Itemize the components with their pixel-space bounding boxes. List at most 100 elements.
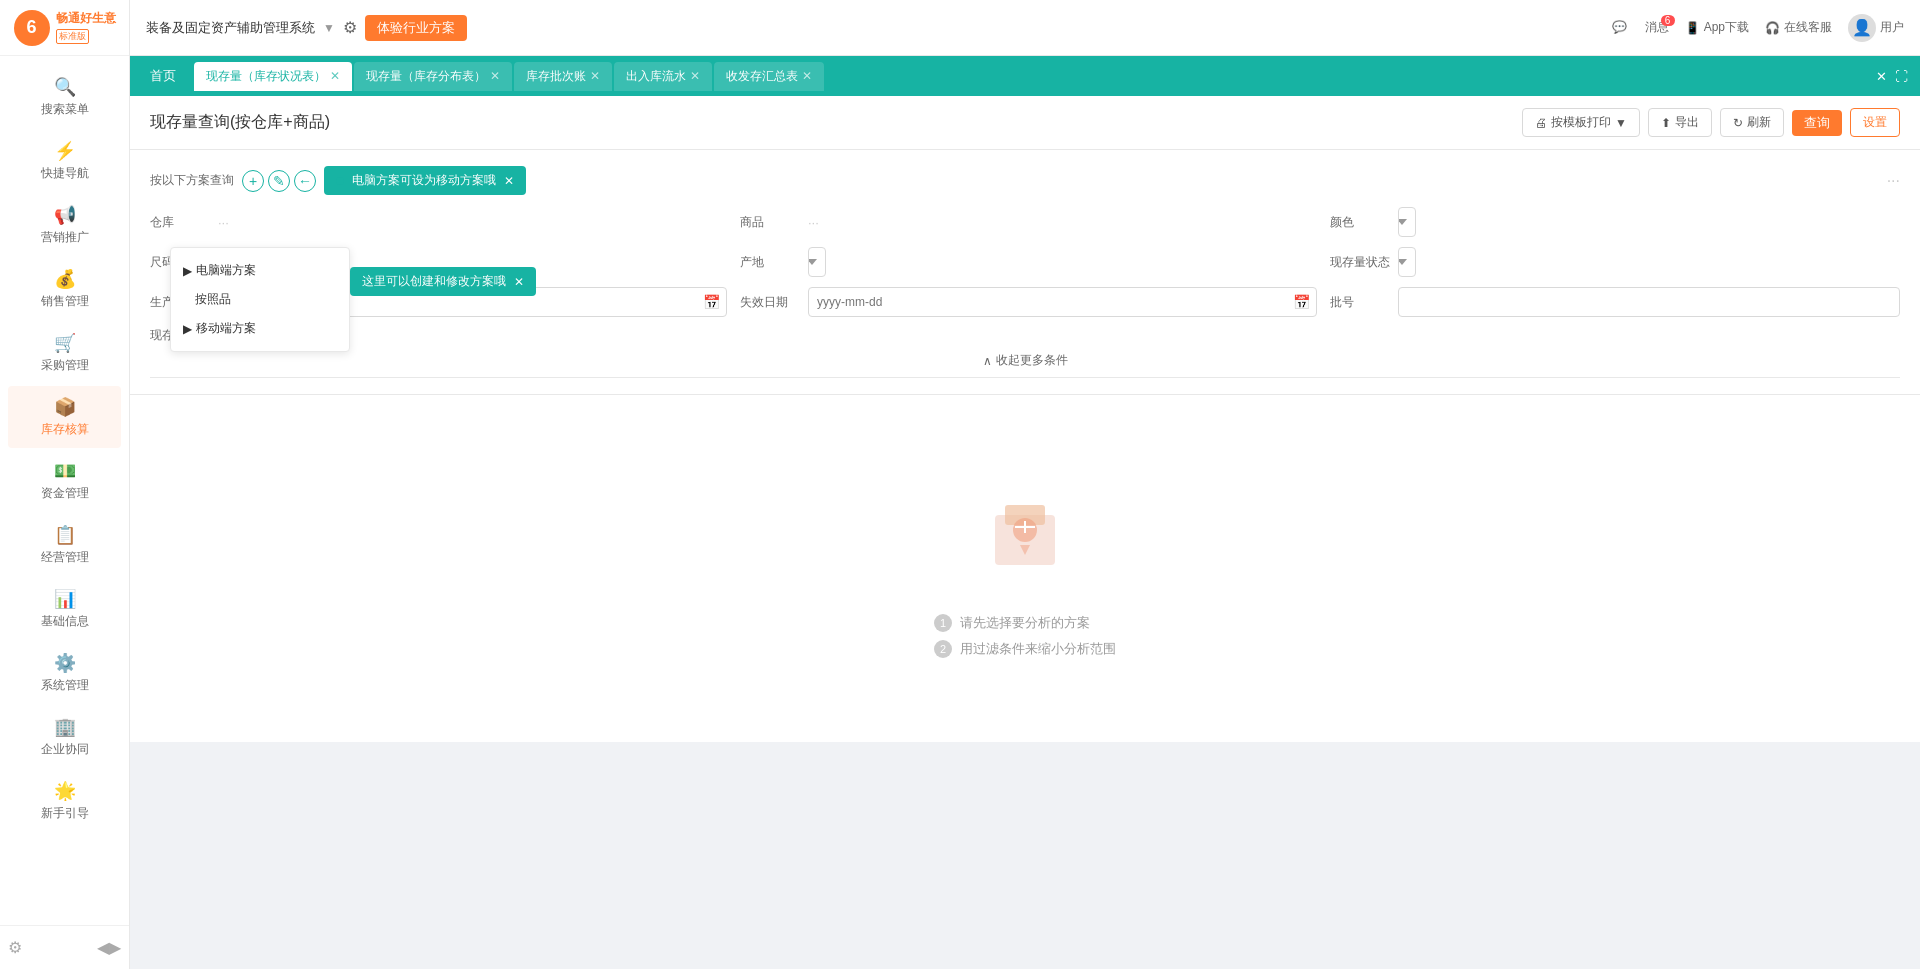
- tooltip-dot: [336, 177, 344, 185]
- template-print-btn[interactable]: 🖨 按模板打印 ▼: [1522, 108, 1640, 137]
- empty-step-1: 1 请先选择要分析的方案: [934, 610, 1116, 636]
- scheme-tree: ▶ 电脑端方案 按照品 ▶ 移动端方案: [170, 247, 350, 352]
- tab-inventory-dist[interactable]: 现存量（库存分布表） ✕: [354, 62, 512, 91]
- empty-step-2: 2 用过滤条件来缩小分析范围: [934, 636, 1116, 662]
- sidebar-item-purchase[interactable]: 🛒 采购管理: [8, 322, 121, 384]
- exp-date-label: 失效日期: [740, 294, 800, 311]
- tab-inout-flow[interactable]: 出入库流水 ✕: [614, 62, 712, 91]
- tab-expand-icon[interactable]: ⛶: [1895, 69, 1908, 84]
- logo-text: 畅通好生意 标准版: [56, 11, 116, 44]
- main-area: 装备及固定资产辅助管理系统 ▼ ⚙ 体验行业方案 💬 6 消息 📱 App下载 …: [130, 0, 1920, 969]
- message-icon: 💬: [1612, 20, 1627, 34]
- stock-status-select[interactable]: [1398, 247, 1416, 277]
- settings-icon[interactable]: ⚙: [8, 938, 22, 957]
- sidebar-item-basic[interactable]: 📊 基础信息: [8, 578, 121, 640]
- tab-close-4[interactable]: ✕: [802, 69, 812, 83]
- search-btn[interactable]: 查询: [1792, 110, 1842, 136]
- color-select-wrapper: [1398, 207, 1900, 237]
- edit-tooltip-close[interactable]: ✕: [514, 275, 524, 289]
- origin-label: 产地: [740, 254, 800, 271]
- origin-select[interactable]: [808, 247, 826, 277]
- scheme-mobile[interactable]: ▶ 移动端方案: [171, 314, 349, 343]
- exp-date-input[interactable]: [808, 287, 1317, 317]
- app-download[interactable]: 📱 App下载: [1685, 19, 1749, 36]
- operations-icon: 📋: [54, 524, 76, 546]
- tab-close-all-icon[interactable]: ✕: [1876, 69, 1887, 84]
- trial-btn[interactable]: 体验行业方案: [365, 15, 467, 41]
- sidebar-item-search-menu[interactable]: 🔍 搜索菜单: [8, 66, 121, 128]
- filter-dots-top: ···: [1887, 172, 1900, 190]
- export-icon: ⬆: [1661, 116, 1671, 130]
- step-num-1: 1: [934, 614, 952, 632]
- collapse-icon-2: ▶: [183, 322, 192, 336]
- filter-label: 按以下方案查询: [150, 172, 234, 189]
- collapse-bar[interactable]: ∧ 收起更多条件: [150, 344, 1900, 378]
- sidebar-item-operations[interactable]: 📋 经营管理: [8, 514, 121, 576]
- message-area[interactable]: 💬 6 消息: [1612, 19, 1668, 36]
- tab-summary[interactable]: 收发存汇总表 ✕: [714, 62, 824, 91]
- reset-btn[interactable]: 设置: [1850, 108, 1900, 137]
- sidebar-item-guide[interactable]: 🌟 新手引导: [8, 770, 121, 832]
- filter-origin: 产地: [740, 247, 1310, 277]
- scheme-tooltip-close[interactable]: ✕: [504, 174, 514, 188]
- user-area[interactable]: 👤 用户: [1848, 14, 1904, 42]
- collapse-sidebar-icon[interactable]: ◀▶: [97, 938, 121, 957]
- tab-inventory-status[interactable]: 现存量（库存状况表） ✕: [194, 62, 352, 91]
- warehouse-label: 仓库: [150, 214, 210, 231]
- sidebar-item-inventory[interactable]: 📦 库存核算: [8, 386, 121, 448]
- export-btn[interactable]: ⬆ 导出: [1648, 108, 1712, 137]
- basic-icon: 📊: [54, 588, 76, 610]
- tab-close-3[interactable]: ✕: [690, 69, 700, 83]
- system-icon: ⚙️: [54, 652, 76, 674]
- filter-header: 按以下方案查询 + ✎ ← 电脑方案可设为移动方案哦 ✕ ···: [150, 166, 1900, 195]
- collapse-icon: ▶: [183, 264, 192, 278]
- edit-tooltip: 这里可以创建和修改方案哦 ✕: [350, 267, 536, 296]
- filter-batch: 批号: [1330, 287, 1900, 317]
- scheme-desktop-sub[interactable]: 按照品: [171, 285, 349, 314]
- refresh-icon: ↻: [1733, 116, 1743, 130]
- purchase-icon: 🛒: [54, 332, 76, 354]
- tab-controls: ✕ ⛶: [1868, 69, 1916, 84]
- inventory-icon: 📦: [54, 396, 76, 418]
- topbar: 装备及固定资产辅助管理系统 ▼ ⚙ 体验行业方案 💬 6 消息 📱 App下载 …: [130, 0, 1920, 56]
- online-support[interactable]: 🎧 在线客服: [1765, 19, 1832, 36]
- sidebar-item-finance[interactable]: 💵 资金管理: [8, 450, 121, 512]
- page-header: 现存量查询(按仓库+商品) 🖨 按模板打印 ▼ ⬆ 导出 ↻ 刷新 查询 设置: [130, 96, 1920, 150]
- filter-stock-status: 现存量状态: [1330, 247, 1900, 277]
- sidebar-item-marketing[interactable]: 📢 营销推广: [8, 194, 121, 256]
- back-btn[interactable]: ←: [294, 170, 316, 192]
- prod-date-calendar-icon[interactable]: 📅: [703, 294, 720, 310]
- filter-row-4: 现存量（主） —: [150, 327, 1900, 344]
- refresh-btn[interactable]: ↻ 刷新: [1720, 108, 1784, 137]
- exp-date-wrapper: 📅: [808, 287, 1310, 317]
- color-select[interactable]: [1398, 207, 1416, 237]
- topbar-right: 💬 6 消息 📱 App下载 🎧 在线客服 👤 用户: [1612, 14, 1904, 42]
- sidebar-item-system[interactable]: ⚙️ 系统管理: [8, 642, 121, 704]
- edit-scheme-btn[interactable]: ✎: [268, 170, 290, 192]
- add-scheme-btn[interactable]: +: [242, 170, 264, 192]
- filter-warehouse: 仓库 ···: [150, 207, 720, 237]
- sidebar-item-quick-nav[interactable]: ⚡ 快捷导航: [8, 130, 121, 192]
- empty-steps: 1 请先选择要分析的方案 2 用过滤条件来缩小分析范围: [934, 610, 1116, 662]
- tab-close-0[interactable]: ✕: [330, 69, 340, 83]
- filter-color: 颜色: [1330, 207, 1900, 237]
- batch-input[interactable]: [1398, 287, 1900, 317]
- tab-close-1[interactable]: ✕: [490, 69, 500, 83]
- sidebar-nav: 🔍 搜索菜单 ⚡ 快捷导航 📢 营销推广 💰 销售管理 🛒 采购管理 📦 库存核…: [0, 56, 129, 925]
- settings-gear-icon[interactable]: ⚙: [343, 18, 357, 37]
- sidebar-item-enterprise[interactable]: 🏢 企业协同: [8, 706, 121, 768]
- sales-icon: 💰: [54, 268, 76, 290]
- marketing-icon: 📢: [54, 204, 76, 226]
- tabbar: 首页 现存量（库存状况表） ✕ 现存量（库存分布表） ✕ 库存批次账 ✕ 出入库…: [130, 56, 1920, 96]
- stock-status-select-wrapper: [1398, 247, 1900, 277]
- avatar: 👤: [1848, 14, 1876, 42]
- tab-close-2[interactable]: ✕: [590, 69, 600, 83]
- exp-date-calendar-icon[interactable]: 📅: [1293, 294, 1310, 310]
- scheme-desktop[interactable]: ▶ 电脑端方案: [171, 256, 349, 285]
- print-dropdown-icon: ▼: [1615, 116, 1627, 130]
- tab-batch-account[interactable]: 库存批次账 ✕: [514, 62, 612, 91]
- sidebar-item-sales[interactable]: 💰 销售管理: [8, 258, 121, 320]
- tab-home[interactable]: 首页: [134, 61, 192, 91]
- sidebar: 6 畅通好生意 标准版 🔍 搜索菜单 ⚡ 快捷导航 📢 营销推广 💰 销售管理 …: [0, 0, 130, 969]
- header-actions: 🖨 按模板打印 ▼ ⬆ 导出 ↻ 刷新 查询 设置: [1522, 108, 1900, 137]
